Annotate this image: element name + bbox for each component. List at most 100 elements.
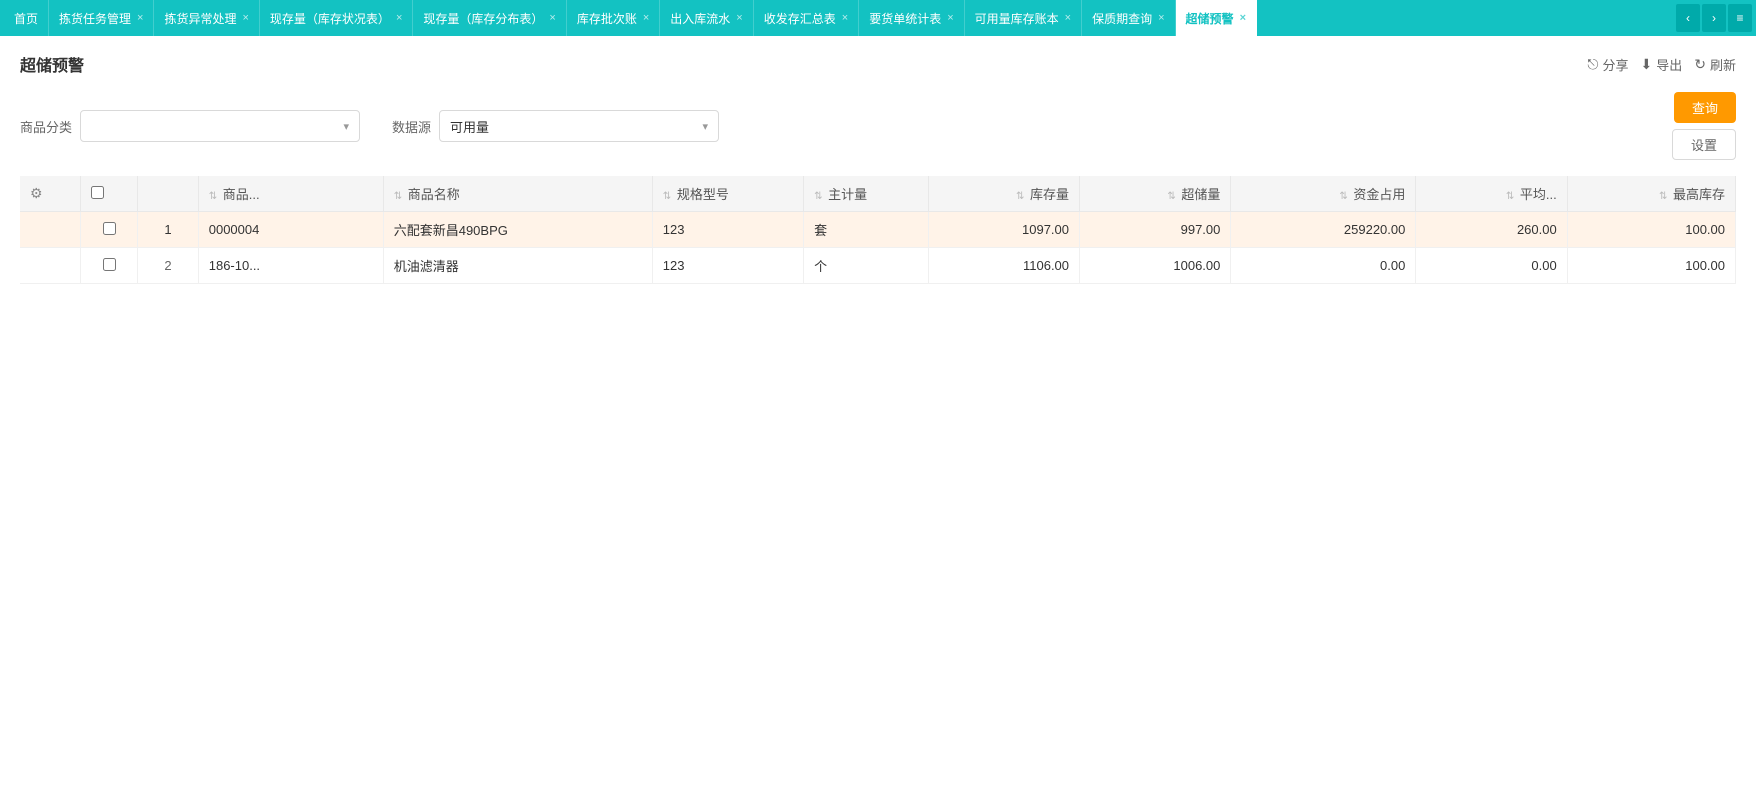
close-icon[interactable]: × — [947, 12, 953, 24]
th-avg-price[interactable]: ⇅ 平均... — [1416, 176, 1567, 212]
filter-buttons: 查询 设置 — [1672, 92, 1736, 160]
row-over-stock: 997.00 — [1080, 212, 1231, 248]
gear-icon[interactable]: ⚙ — [30, 185, 43, 201]
row-product-code: 186-10... — [198, 248, 383, 284]
sort-icon: ⇅ — [1659, 191, 1667, 202]
table-header-row: ⚙ ⇅ 商品... ⇅ 商品名称 ⇅ 规格型号 — [20, 176, 1736, 212]
row-seq: 1 — [138, 212, 199, 248]
th-product-code[interactable]: ⇅ 商品... — [198, 176, 383, 212]
select-all-checkbox[interactable] — [91, 186, 104, 199]
row-checkbox-cell[interactable] — [81, 212, 138, 248]
row-product-name: 六配套新昌490BPG — [383, 212, 652, 248]
sort-icon: ⇅ — [394, 191, 402, 202]
chevron-down-icon: ▾ — [343, 120, 349, 133]
row-capital: 259220.00 — [1231, 212, 1416, 248]
th-gear: ⚙ — [20, 176, 81, 212]
row-spec: 123 — [652, 212, 803, 248]
nav-tab-expiry[interactable]: 保质期查询 × — [1082, 0, 1175, 36]
row-checkbox[interactable] — [103, 222, 116, 235]
table-row: 1 0000004 六配套新昌490BPG 123 套 1097.00 997.… — [20, 212, 1736, 248]
main-content: 超储预警 ⎋ 分享 ⬇ 导出 ↻ 刷新 商品分类 ▾ 数据源 — [0, 36, 1756, 800]
row-max-stock: 100.00 — [1567, 212, 1735, 248]
row-over-stock: 1006.00 — [1080, 248, 1231, 284]
nav-next-button[interactable]: › — [1702, 4, 1726, 32]
nav-tab-batch[interactable]: 库存批次账 × — [567, 0, 660, 36]
row-seq: 2 — [138, 248, 199, 284]
row-max-stock: 100.00 — [1567, 248, 1735, 284]
th-unit[interactable]: ⇅ 主计量 — [804, 176, 929, 212]
nav-arrows: ‹ › ≡ — [1676, 4, 1752, 32]
product-category-label: 商品分类 — [20, 117, 72, 136]
sort-icon: ⇅ — [1339, 191, 1347, 202]
nav-tab-summary[interactable]: 收发存汇总表 × — [754, 0, 859, 36]
close-icon[interactable]: × — [1065, 12, 1071, 24]
close-icon[interactable]: × — [1158, 12, 1164, 24]
product-category-filter: 商品分类 ▾ — [20, 110, 360, 142]
close-icon[interactable]: × — [643, 12, 649, 24]
close-icon[interactable]: × — [137, 12, 143, 24]
close-icon[interactable]: × — [842, 12, 848, 24]
close-icon[interactable]: × — [736, 12, 742, 24]
query-button[interactable]: 查询 — [1674, 92, 1736, 123]
th-seq — [138, 176, 199, 212]
table-row: 2 186-10... 机油滤清器 123 个 1106.00 1006.00 … — [20, 248, 1736, 284]
th-stock[interactable]: ⇅ 库存量 — [928, 176, 1079, 212]
settings-button[interactable]: 设置 — [1672, 129, 1736, 160]
th-capital[interactable]: ⇅ 资金占用 — [1231, 176, 1416, 212]
nav-tab-stock-dist[interactable]: 现存量（库存分布表） × — [413, 0, 566, 36]
sort-icon: ⇅ — [209, 191, 217, 202]
close-icon[interactable]: × — [396, 12, 402, 24]
row-checkbox[interactable] — [103, 258, 116, 271]
data-source-filter: 数据源 可用量 ▾ — [392, 110, 719, 142]
nav-tab-overstock[interactable]: 超储预警 × — [1176, 0, 1257, 36]
row-avg-price: 260.00 — [1416, 212, 1567, 248]
nav-tab-demand[interactable]: 要货单统计表 × — [859, 0, 964, 36]
refresh-icon: ↻ — [1694, 56, 1706, 73]
share-icon: ⎋ — [1587, 56, 1598, 73]
nav-tab-available[interactable]: 可用量库存账本 × — [965, 0, 1082, 36]
th-max-stock[interactable]: ⇅ 最高库存 — [1567, 176, 1735, 212]
row-capital: 0.00 — [1231, 248, 1416, 284]
row-spec: 123 — [652, 248, 803, 284]
close-icon[interactable]: × — [549, 12, 555, 24]
close-icon[interactable]: × — [242, 12, 248, 24]
nav-tab-task-mgmt[interactable]: 拣货任务管理 × — [49, 0, 154, 36]
row-unit: 个 — [804, 248, 929, 284]
nav-tab-exception[interactable]: 拣货异常处理 × — [154, 0, 259, 36]
th-over-stock[interactable]: ⇅ 超储量 — [1080, 176, 1231, 212]
page-header: 超储预警 ⎋ 分享 ⬇ 导出 ↻ 刷新 — [20, 52, 1736, 76]
data-source-value: 可用量 — [450, 117, 489, 136]
refresh-button[interactable]: ↻ 刷新 — [1694, 55, 1736, 74]
table-body: 1 0000004 六配套新昌490BPG 123 套 1097.00 997.… — [20, 212, 1736, 284]
export-button[interactable]: ⬇ 导出 — [1641, 55, 1683, 74]
row-unit: 套 — [804, 212, 929, 248]
nav-more-button[interactable]: ≡ — [1728, 4, 1752, 32]
row-gear-cell — [20, 212, 81, 248]
share-button[interactable]: ⎋ 分享 — [1587, 55, 1628, 74]
header-actions: ⎋ 分享 ⬇ 导出 ↻ 刷新 — [1587, 55, 1736, 74]
nav-tab-home[interactable]: 首页 — [4, 0, 49, 36]
row-checkbox-cell[interactable] — [81, 248, 138, 284]
nav-prev-button[interactable]: ‹ — [1676, 4, 1700, 32]
sort-icon: ⇅ — [663, 191, 671, 202]
nav-tab-inout[interactable]: 出入库流水 × — [660, 0, 753, 36]
sort-icon: ⇅ — [1506, 191, 1514, 202]
data-table: ⚙ ⇅ 商品... ⇅ 商品名称 ⇅ 规格型号 — [20, 176, 1736, 284]
row-stock: 1106.00 — [928, 248, 1079, 284]
row-product-code: 0000004 — [198, 212, 383, 248]
th-product-name[interactable]: ⇅ 商品名称 — [383, 176, 652, 212]
chevron-down-icon: ▾ — [703, 120, 709, 133]
data-source-select[interactable]: 可用量 ▾ — [439, 110, 719, 142]
data-source-label: 数据源 — [392, 117, 431, 136]
row-avg-price: 0.00 — [1416, 248, 1567, 284]
page-title: 超储预警 — [20, 52, 84, 76]
row-gear-cell — [20, 248, 81, 284]
export-icon: ⬇ — [1641, 56, 1653, 73]
product-category-select[interactable]: ▾ — [80, 110, 360, 142]
filter-area: 商品分类 ▾ 数据源 可用量 ▾ 查询 设置 — [20, 92, 1736, 160]
th-spec[interactable]: ⇅ 规格型号 — [652, 176, 803, 212]
nav-tab-stock-status[interactable]: 现存量（库存状况表） × — [260, 0, 413, 36]
row-product-name: 机油滤清器 — [383, 248, 652, 284]
close-icon[interactable]: × — [1240, 12, 1246, 24]
row-stock: 1097.00 — [928, 212, 1079, 248]
